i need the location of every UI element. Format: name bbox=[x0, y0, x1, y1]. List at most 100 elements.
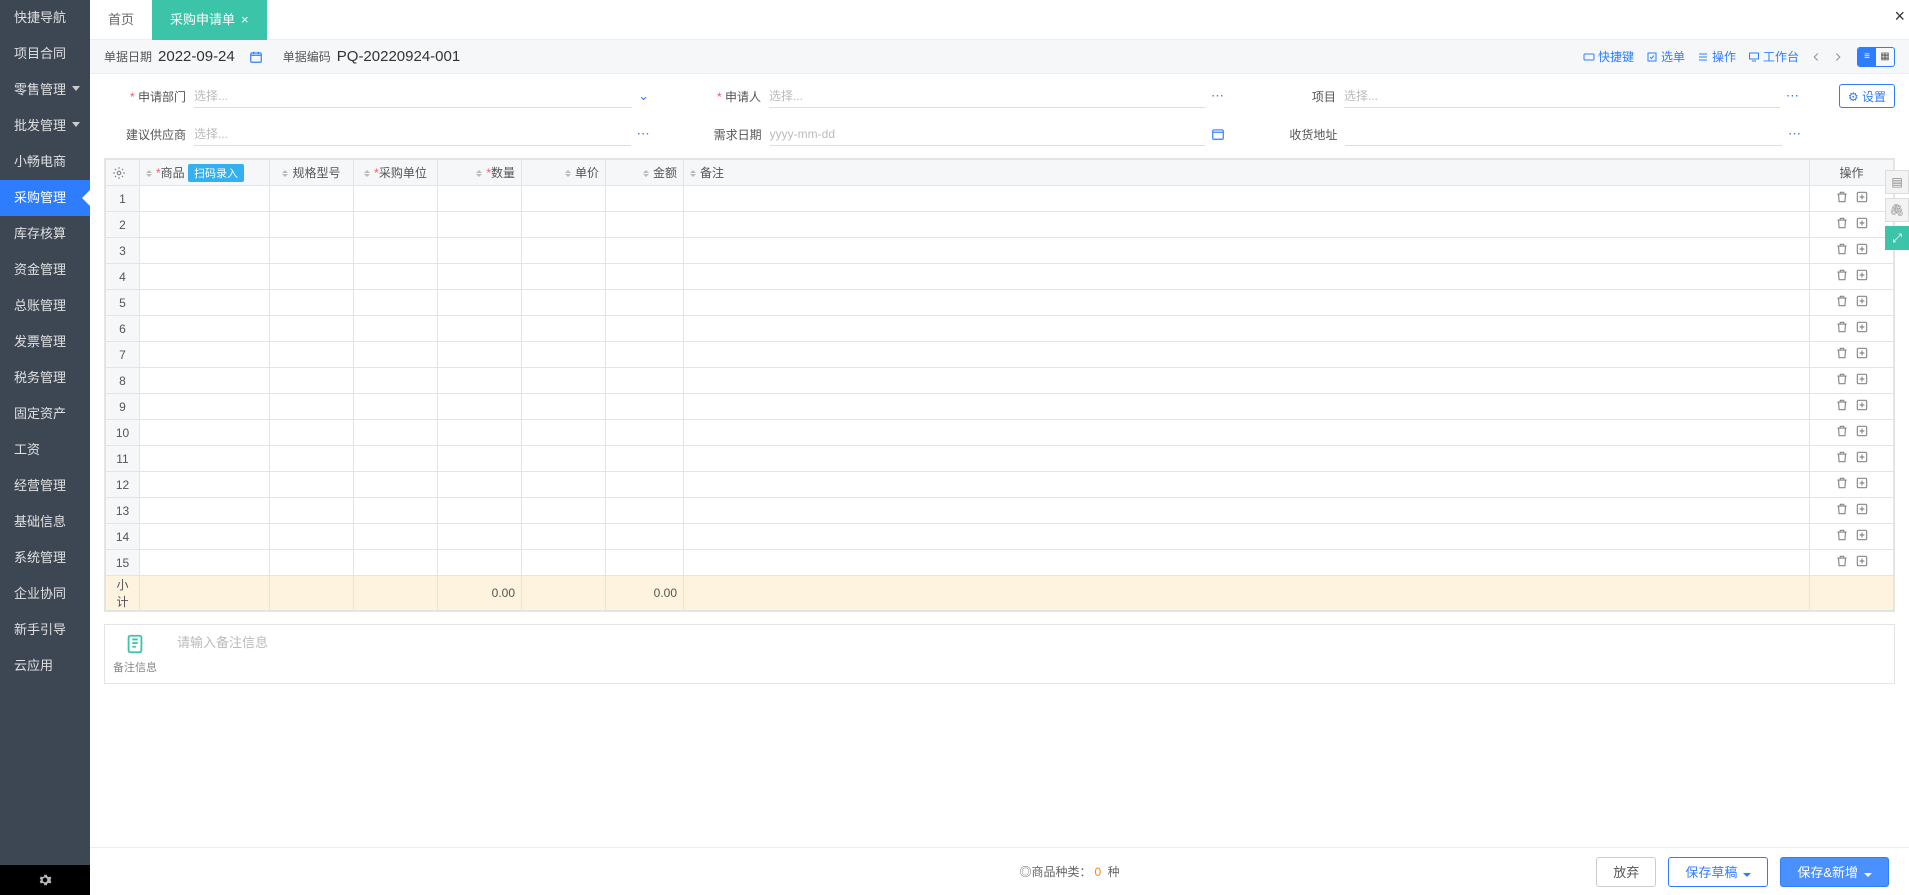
sidebar-item-funds[interactable]: 资金管理 bbox=[0, 252, 90, 288]
table-row[interactable]: 12 bbox=[106, 472, 1894, 498]
sort-icon[interactable] bbox=[476, 170, 484, 177]
sidebar-item-ecommerce[interactable]: 小畅电商 bbox=[0, 144, 90, 180]
add-row-icon[interactable] bbox=[1855, 528, 1869, 542]
sidebar-item-quicknav[interactable]: 快捷导航 bbox=[0, 0, 90, 36]
table-row[interactable]: 8 bbox=[106, 368, 1894, 394]
config-header[interactable] bbox=[106, 160, 140, 186]
list-link[interactable]: 选单 bbox=[1646, 48, 1685, 65]
table-row[interactable]: 9 bbox=[106, 394, 1894, 420]
add-row-icon[interactable] bbox=[1855, 554, 1869, 568]
view-grid[interactable]: ▦ bbox=[1876, 48, 1894, 66]
scan-button[interactable]: 扫码录入 bbox=[188, 164, 244, 182]
table-row[interactable]: 1 bbox=[106, 186, 1894, 212]
tab-home[interactable]: 首页 bbox=[90, 0, 152, 40]
sort-icon[interactable] bbox=[282, 170, 290, 177]
add-row-icon[interactable] bbox=[1855, 242, 1869, 256]
table-row[interactable]: 14 bbox=[106, 524, 1894, 550]
settings-button[interactable]: ⚙ 设置 bbox=[1839, 84, 1895, 108]
table-row[interactable]: 6 bbox=[106, 316, 1894, 342]
ship-addr-input[interactable] bbox=[1345, 122, 1782, 146]
sidebar-item-contract[interactable]: 项目合同 bbox=[0, 36, 90, 72]
sidebar-item-cloud[interactable]: 云应用 bbox=[0, 648, 90, 684]
sidebar-item-wholesale[interactable]: 批发管理 bbox=[0, 108, 90, 144]
table-row[interactable]: 4 bbox=[106, 264, 1894, 290]
discard-button[interactable]: 放弃 bbox=[1596, 857, 1656, 887]
sort-icon[interactable] bbox=[146, 170, 154, 177]
sidebar-item-tax[interactable]: 税务管理 bbox=[0, 360, 90, 396]
col-spec[interactable]: 规格型号 bbox=[270, 160, 354, 186]
delete-icon[interactable] bbox=[1835, 554, 1849, 568]
sidebar-settings[interactable] bbox=[0, 865, 90, 895]
date-value[interactable]: 2022-09-24 bbox=[158, 48, 235, 65]
delete-icon[interactable] bbox=[1835, 528, 1849, 542]
col-unit[interactable]: *采购单位 bbox=[354, 160, 438, 186]
sidebar-item-gl[interactable]: 总账管理 bbox=[0, 288, 90, 324]
add-row-icon[interactable] bbox=[1855, 294, 1869, 308]
sidebar-item-operations[interactable]: 经营管理 bbox=[0, 468, 90, 504]
delete-icon[interactable] bbox=[1835, 502, 1849, 516]
sidebar-item-inventory[interactable]: 库存核算 bbox=[0, 216, 90, 252]
add-row-icon[interactable] bbox=[1855, 372, 1869, 386]
view-list[interactable]: ≡ bbox=[1858, 48, 1876, 66]
calendar-icon[interactable] bbox=[1211, 127, 1225, 141]
sidebar-item-invoice[interactable]: 发票管理 bbox=[0, 324, 90, 360]
prev-icon[interactable] bbox=[1809, 50, 1823, 64]
shortcut-link[interactable]: 快捷键 bbox=[1583, 48, 1634, 65]
delete-icon[interactable] bbox=[1835, 424, 1849, 438]
sidebar-item-guide[interactable]: 新手引导 bbox=[0, 612, 90, 648]
delete-icon[interactable] bbox=[1835, 320, 1849, 334]
table-row[interactable]: 2 bbox=[106, 212, 1894, 238]
close-icon[interactable]: × bbox=[241, 12, 249, 27]
delete-icon[interactable] bbox=[1835, 242, 1849, 256]
add-row-icon[interactable] bbox=[1855, 476, 1869, 490]
add-row-icon[interactable] bbox=[1855, 450, 1869, 464]
table-row[interactable]: 13 bbox=[106, 498, 1894, 524]
more-icon[interactable]: ⋯ bbox=[1788, 126, 1801, 142]
more-icon[interactable]: ⋯ bbox=[637, 126, 650, 142]
tool-expand[interactable]: ⤢ bbox=[1885, 226, 1909, 250]
table-row[interactable]: 11 bbox=[106, 446, 1894, 472]
bench-link[interactable]: 工作台 bbox=[1748, 48, 1799, 65]
add-row-icon[interactable] bbox=[1855, 190, 1869, 204]
add-row-icon[interactable] bbox=[1855, 268, 1869, 282]
col-note[interactable]: 备注 bbox=[684, 160, 1810, 186]
delete-icon[interactable] bbox=[1835, 216, 1849, 230]
sort-icon[interactable] bbox=[565, 170, 573, 177]
tool-attach[interactable]: 🖇 bbox=[1885, 198, 1909, 222]
delete-icon[interactable] bbox=[1835, 190, 1849, 204]
table-row[interactable]: 3 bbox=[106, 238, 1894, 264]
calendar-icon[interactable] bbox=[249, 50, 263, 64]
supplier-input[interactable] bbox=[194, 122, 631, 146]
sidebar-item-retail[interactable]: 零售管理 bbox=[0, 72, 90, 108]
table-row[interactable]: 10 bbox=[106, 420, 1894, 446]
delete-icon[interactable] bbox=[1835, 294, 1849, 308]
col-product[interactable]: *商品 扫码录入 bbox=[140, 160, 270, 186]
table-row[interactable]: 7 bbox=[106, 342, 1894, 368]
next-icon[interactable] bbox=[1831, 50, 1845, 64]
table-row[interactable]: 5 bbox=[106, 290, 1894, 316]
dept-input[interactable] bbox=[194, 84, 632, 108]
sidebar-item-salary[interactable]: 工资 bbox=[0, 432, 90, 468]
table-row[interactable]: 15 bbox=[106, 550, 1894, 576]
delete-icon[interactable] bbox=[1835, 450, 1849, 464]
col-qty[interactable]: *数量 bbox=[438, 160, 522, 186]
sort-icon[interactable] bbox=[690, 170, 698, 177]
add-row-icon[interactable] bbox=[1855, 424, 1869, 438]
add-row-icon[interactable] bbox=[1855, 502, 1869, 516]
need-date-input[interactable] bbox=[770, 122, 1206, 146]
save-draft-button[interactable]: 保存草稿 bbox=[1668, 857, 1768, 887]
ops-link[interactable]: 操作 bbox=[1697, 48, 1736, 65]
project-input[interactable] bbox=[1344, 84, 1780, 108]
sidebar-item-basedata[interactable]: 基础信息 bbox=[0, 504, 90, 540]
more-icon[interactable]: ⋯ bbox=[1211, 88, 1224, 104]
add-row-icon[interactable] bbox=[1855, 216, 1869, 230]
add-row-icon[interactable] bbox=[1855, 346, 1869, 360]
remark-input[interactable] bbox=[165, 625, 1894, 660]
sidebar-item-assets[interactable]: 固定资产 bbox=[0, 396, 90, 432]
add-row-icon[interactable] bbox=[1855, 320, 1869, 334]
delete-icon[interactable] bbox=[1835, 346, 1849, 360]
more-icon[interactable]: ⋯ bbox=[1786, 88, 1799, 104]
delete-icon[interactable] bbox=[1835, 268, 1849, 282]
sidebar-item-purchase[interactable]: 采购管理 bbox=[0, 180, 90, 216]
applicant-input[interactable] bbox=[769, 84, 1205, 108]
